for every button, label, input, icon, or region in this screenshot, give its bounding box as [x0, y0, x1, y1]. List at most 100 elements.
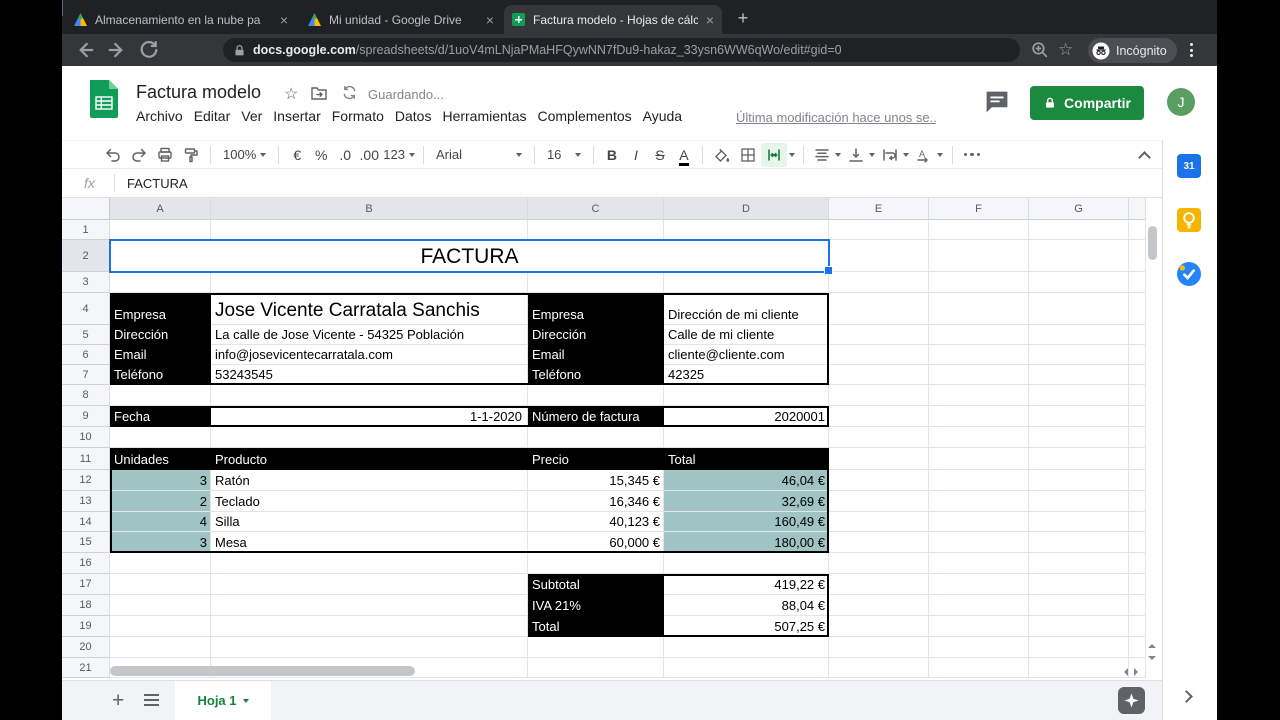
- cell-subtotal-label[interactable]: Subtotal: [528, 574, 664, 595]
- cell-header-producto[interactable]: Producto: [211, 448, 528, 470]
- add-sheet-icon[interactable]: +: [112, 689, 124, 713]
- new-tab-button[interactable]: +: [730, 6, 756, 30]
- undo-icon[interactable]: [100, 143, 126, 167]
- vertical-align-icon[interactable]: [844, 146, 878, 164]
- cell-client-name[interactable]: Dirección de mi cliente: [664, 293, 827, 325]
- merge-options-caret[interactable]: [787, 149, 797, 160]
- cell-iva-label[interactable]: IVA 21%: [528, 595, 664, 616]
- cell-total-label[interactable]: Total: [528, 616, 664, 637]
- address-bar[interactable]: docs.google.com/spreadsheets/d/1uoV4mLNj…: [223, 38, 1020, 62]
- font-select[interactable]: Arial: [430, 147, 528, 162]
- explore-icon[interactable]: [1118, 687, 1145, 714]
- scroll-up-icon[interactable]: [1148, 640, 1156, 648]
- menu-item[interactable]: Editar: [194, 108, 231, 124]
- redo-icon[interactable]: [126, 143, 152, 167]
- last-modified-link[interactable]: Última modificación hace unos se...: [736, 110, 936, 125]
- vertical-scrollbar[interactable]: [1148, 226, 1157, 260]
- row-header-18[interactable]: 18: [62, 595, 110, 616]
- paint-format-icon[interactable]: [178, 143, 204, 167]
- back-icon[interactable]: [74, 39, 96, 61]
- google-keep-icon[interactable]: [1177, 208, 1201, 232]
- cell-product-3[interactable]: Silla: [211, 512, 528, 532]
- scroll-down-icon[interactable]: [1148, 656, 1156, 664]
- scroll-left-icon[interactable]: [1120, 668, 1128, 676]
- cell-supplier-label-empresa[interactable]: Empresa: [110, 293, 211, 325]
- cell-total-3[interactable]: 160,49 €: [664, 512, 829, 532]
- cell-date-value[interactable]: 1-1-2020: [211, 406, 526, 427]
- cell-total-1[interactable]: 46,04 €: [664, 470, 829, 491]
- star-document-icon[interactable]: ☆: [284, 84, 298, 104]
- row-header-8[interactable]: 8: [62, 385, 110, 406]
- cell-client-label-telefono[interactable]: Teléfono: [528, 365, 664, 385]
- cell-units-4[interactable]: 3: [110, 532, 211, 553]
- format-percent-icon[interactable]: %: [309, 147, 333, 163]
- cell-product-1[interactable]: Ratón: [211, 470, 528, 491]
- text-wrap-icon[interactable]: [878, 146, 912, 164]
- zoom-page-icon[interactable]: [1030, 40, 1052, 62]
- browser-tab-2[interactable]: Mi unidad - Google Drive ×: [300, 5, 502, 34]
- decrease-decimal-icon[interactable]: .0: [333, 147, 357, 163]
- format-currency-icon[interactable]: €: [285, 147, 309, 163]
- document-title[interactable]: Factura modelo: [136, 82, 261, 103]
- merge-cells-icon[interactable]: [760, 142, 787, 167]
- row-header-1[interactable]: 1: [62, 220, 110, 240]
- google-calendar-icon[interactable]: 31: [1177, 154, 1201, 178]
- fill-handle[interactable]: [824, 266, 833, 275]
- menu-item[interactable]: Herramientas: [442, 108, 526, 124]
- menu-item[interactable]: Ayuda: [643, 108, 682, 124]
- bold-icon[interactable]: B: [600, 147, 624, 163]
- menu-item[interactable]: Insertar: [273, 108, 320, 124]
- cell-iva-value[interactable]: 88,04 €: [664, 595, 829, 616]
- italic-icon[interactable]: I: [624, 147, 648, 163]
- row-header-16[interactable]: 16: [62, 553, 110, 574]
- reload-icon[interactable]: [138, 39, 160, 61]
- cell-header-unidades[interactable]: Unidades: [110, 448, 211, 470]
- tab-close-icon[interactable]: ×: [486, 12, 494, 28]
- bookmark-star-icon[interactable]: ☆: [1058, 40, 1080, 62]
- row-header-10[interactable]: 10: [62, 427, 110, 448]
- column-header-D[interactable]: D: [664, 198, 829, 220]
- cell-header-total[interactable]: Total: [664, 448, 829, 470]
- sheets-logo-icon[interactable]: [88, 78, 120, 120]
- cell-client-phone[interactable]: 42325: [664, 365, 827, 385]
- cell-invoice-label[interactable]: Número de factura: [528, 406, 664, 427]
- horizontal-scrollbar[interactable]: [110, 666, 415, 676]
- cell-supplier-label-telefono[interactable]: Teléfono: [110, 365, 211, 385]
- tab-close-icon[interactable]: ×: [706, 12, 714, 28]
- google-tasks-icon[interactable]: [1177, 262, 1201, 286]
- cell-price-3[interactable]: 40,123 €: [528, 512, 664, 532]
- cell-supplier-address[interactable]: La calle de Jose Vicente - 54325 Poblaci…: [211, 325, 526, 345]
- row-header-9[interactable]: 9: [62, 406, 110, 427]
- browser-tab-1[interactable]: Almacenamiento en la nube pa ×: [66, 5, 296, 34]
- row-header-4[interactable]: 4: [62, 293, 110, 325]
- cell-subtotal-value[interactable]: 419,22 €: [664, 574, 829, 595]
- column-header-E[interactable]: E: [829, 198, 929, 220]
- row-header-6[interactable]: 6: [62, 345, 110, 365]
- collapse-toolbar-icon[interactable]: [1138, 149, 1151, 167]
- share-button[interactable]: Compartir: [1030, 86, 1144, 120]
- cell-supplier-label-email[interactable]: Email: [110, 345, 211, 365]
- increase-decimal-icon[interactable]: .00: [357, 147, 381, 163]
- menu-item[interactable]: Archivo: [136, 108, 183, 124]
- cell-total-4[interactable]: 180,00 €: [664, 532, 829, 553]
- row-header-13[interactable]: 13: [62, 491, 110, 512]
- comment-icon[interactable]: [984, 89, 1010, 115]
- cell-units-3[interactable]: 4: [110, 512, 211, 532]
- cell-price-4[interactable]: 60,000 €: [528, 532, 664, 553]
- row-header-2[interactable]: 2: [62, 240, 110, 272]
- cell-date-label[interactable]: Fecha: [110, 406, 211, 427]
- cell-invoice-value[interactable]: 2020001: [664, 406, 829, 427]
- borders-icon[interactable]: [735, 143, 761, 167]
- cell-client-label-direccion[interactable]: Dirección: [528, 325, 664, 345]
- column-header-B[interactable]: B: [211, 198, 528, 220]
- horizontal-align-icon[interactable]: [810, 146, 844, 164]
- column-header-A[interactable]: A: [110, 198, 211, 220]
- text-rotation-icon[interactable]: A: [912, 146, 946, 164]
- formula-bar[interactable]: fx FACTURA: [62, 168, 1162, 198]
- font-size-select[interactable]: 16: [541, 147, 587, 162]
- row-header-19[interactable]: 19: [62, 616, 110, 637]
- cell-price-1[interactable]: 15,345 €: [528, 470, 664, 491]
- menu-item[interactable]: Datos: [395, 108, 432, 124]
- cell-client-label-email[interactable]: Email: [528, 345, 664, 365]
- row-header-11[interactable]: 11: [62, 448, 110, 470]
